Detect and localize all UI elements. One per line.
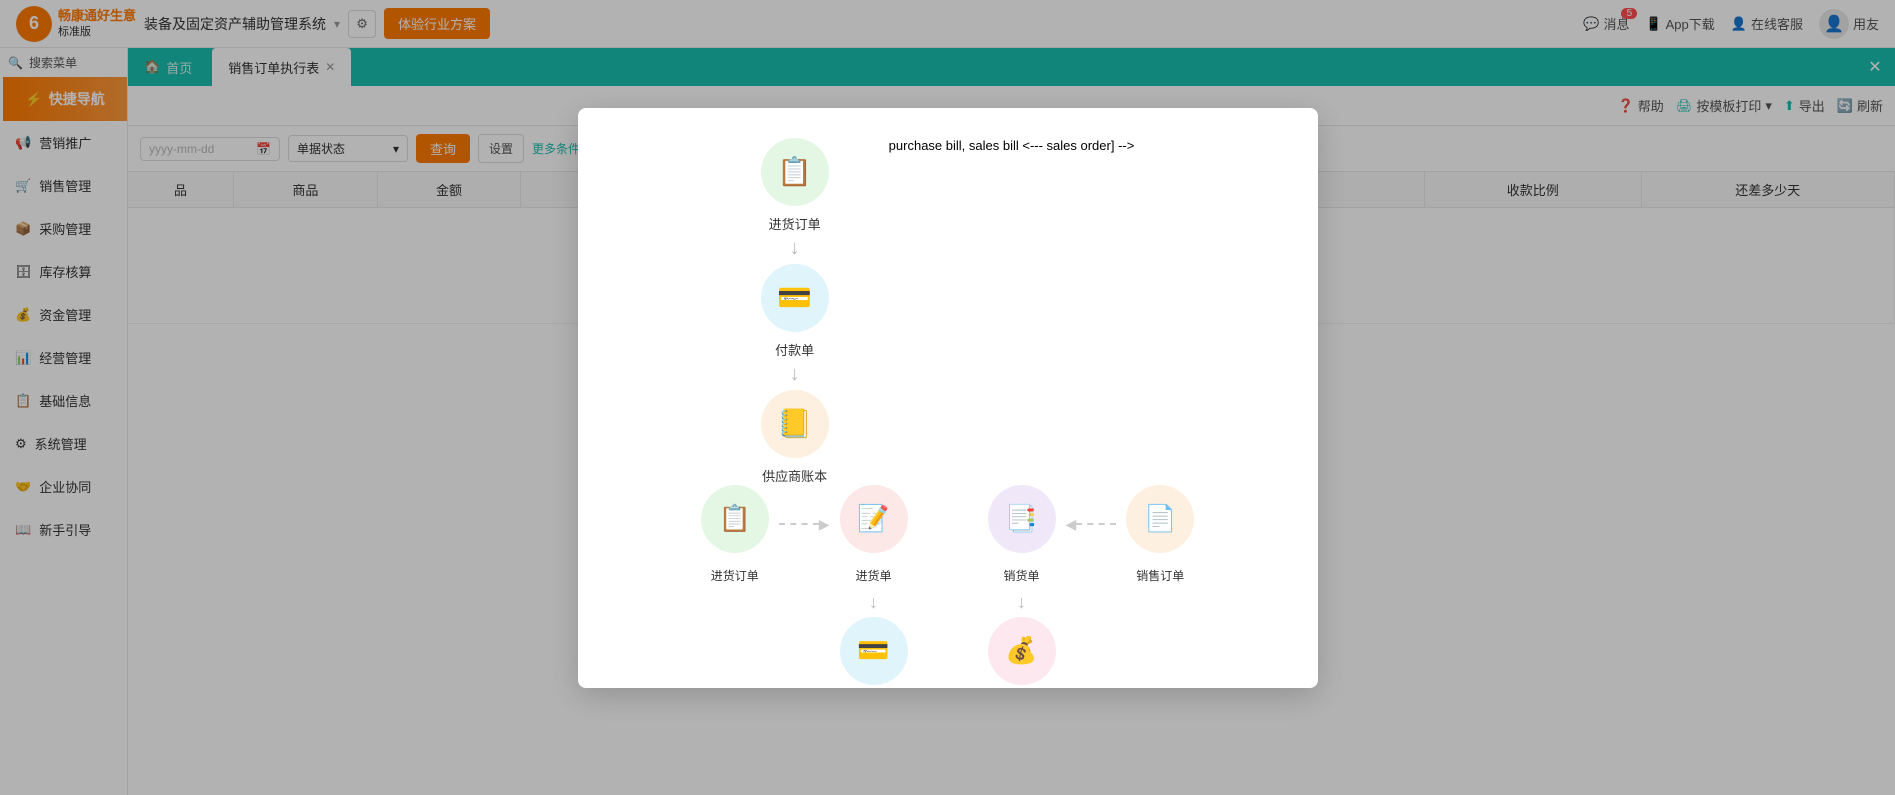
arrow-down-sb: ↓ — [988, 592, 1056, 613]
payment-circle: 💳 — [840, 617, 908, 685]
supplier-ledger-icon: 📒 — [761, 390, 829, 458]
sb-label: 销货单 — [1003, 567, 1039, 584]
flow-sb[interactable]: 📑 销货单 — [988, 485, 1056, 584]
flow-receipt[interactable]: 💰 收款单 — [988, 617, 1056, 688]
sb-circle: 📑 — [988, 485, 1056, 553]
flow-pb[interactable]: 📝 进货单 — [840, 485, 908, 584]
payment-bill-icon: 💳 — [761, 264, 829, 332]
flow-payment-bill[interactable]: 💳 付款单 — [761, 264, 829, 359]
flow-purchase-order[interactable]: 📋 进货订单 — [761, 138, 829, 233]
flow-supplier-ledger[interactable]: 📒 供应商账本 — [761, 390, 829, 485]
arrow-down-2: ↓ — [790, 363, 800, 386]
flow-so[interactable]: 📄 销售订单 — [1126, 485, 1194, 584]
po-circle: 📋 — [701, 485, 769, 553]
supplier-ledger-label: 供应商账本 — [762, 466, 827, 485]
arrow-down-1: ↓ — [790, 237, 800, 260]
modal-overlay[interactable]: 📋 进货订单 ↓ 💳 付款单 ↓ 📒 供应商账本 — [0, 0, 1895, 795]
modal-content: 📋 进货订单 ↓ 💳 付款单 ↓ 📒 供应商账本 — [578, 108, 1318, 688]
pb-circle: 📝 — [840, 485, 908, 553]
arrow-down-pb: ↓ — [840, 592, 908, 613]
purchase-order-label: 进货订单 — [769, 214, 821, 233]
flow-row-1: 📋 进货订单 ▶ 📝 进货单 — [618, 485, 1278, 584]
flow-row-3: 💳 付款单 💰 收款单 — [618, 617, 1278, 688]
flow-diagram: 📋 进货订单 ↓ 💳 付款单 ↓ 📒 供应商账本 — [618, 138, 1278, 485]
flow-arrows-row2: ↓ ↓ — [618, 592, 1278, 613]
so-label: 销售订单 — [1136, 567, 1184, 584]
arrow-right-1: ▶ — [779, 516, 830, 533]
purchase-order-icon: 📋 — [761, 138, 829, 206]
payment-bill-label: 付款单 — [775, 340, 814, 359]
flow-left-col: 📋 进货订单 ↓ 💳 付款单 ↓ 📒 供应商账本 — [761, 138, 829, 485]
flow-payment[interactable]: 💳 付款单 — [840, 617, 908, 688]
pb-label: 进货单 — [855, 567, 891, 584]
so-circle: 📄 — [1126, 485, 1194, 553]
flow-modal: 📋 进货订单 ↓ 💳 付款单 ↓ 📒 供应商账本 — [578, 108, 1318, 688]
flow-po[interactable]: 📋 进货订单 — [701, 485, 769, 584]
arrow-left-1: ◀ — [1066, 516, 1117, 533]
flow-diagram-proper: 📋 进货订单 ▶ 📝 进货单 — [618, 485, 1278, 688]
receipt-circle: 💰 — [988, 617, 1056, 685]
po-label: 进货订单 — [711, 567, 759, 584]
